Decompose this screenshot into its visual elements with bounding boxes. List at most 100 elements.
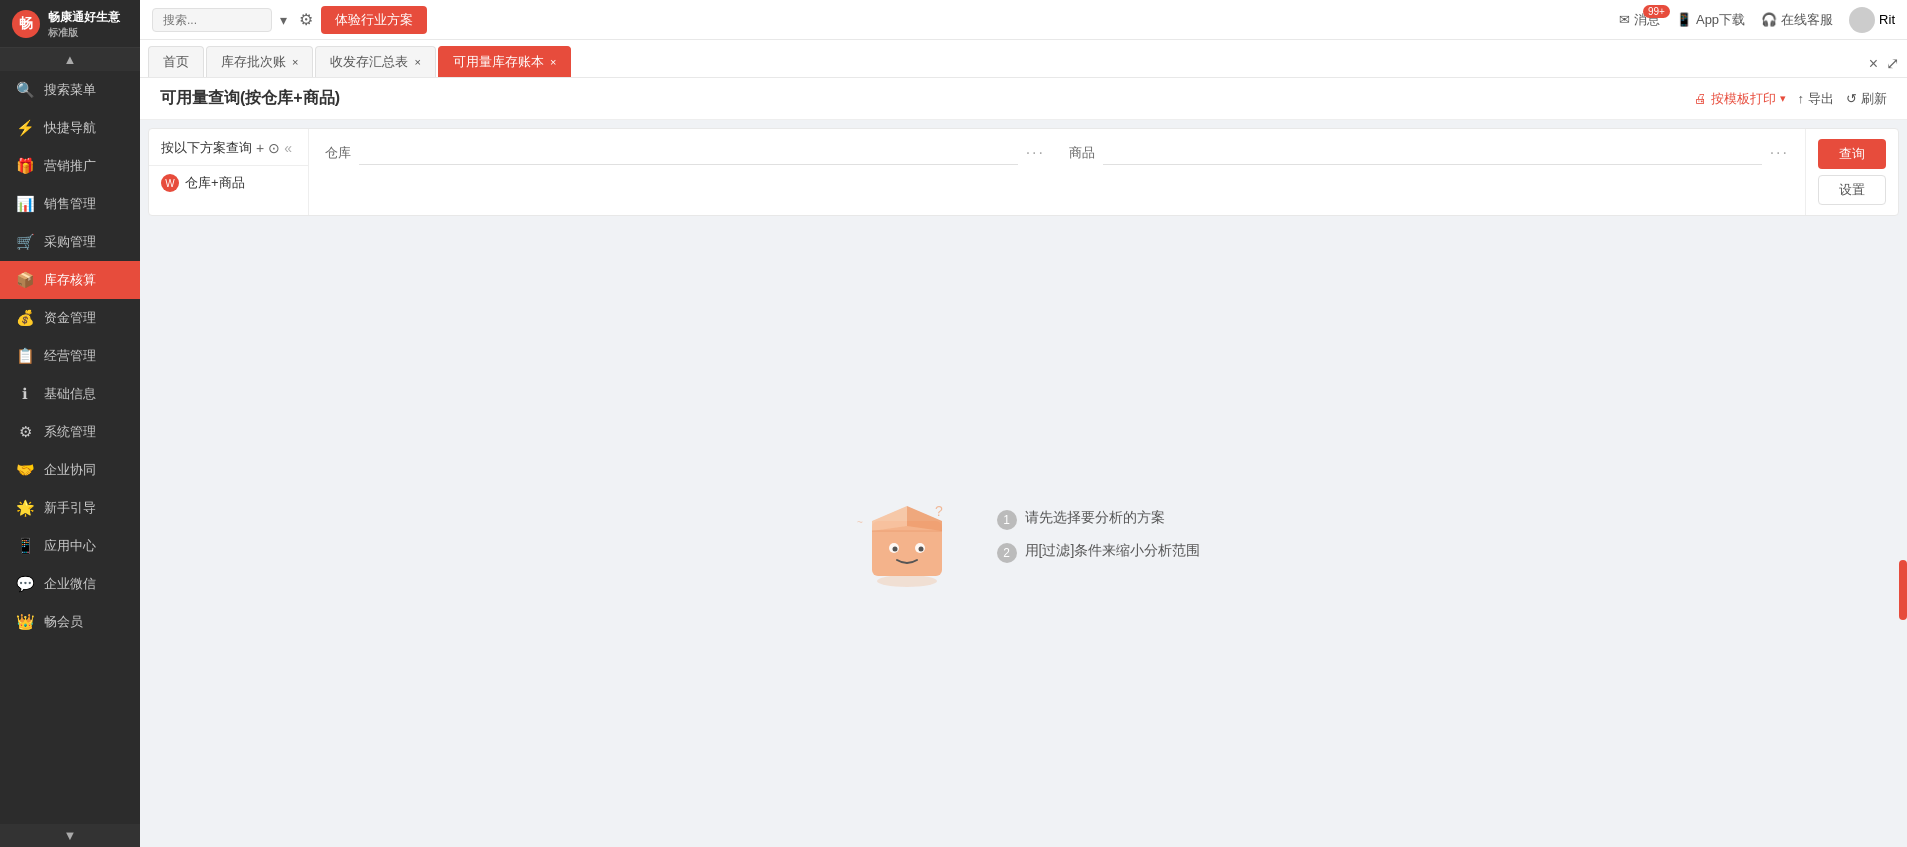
svg-text:~: ~ [857, 517, 863, 528]
online-service-btn[interactable]: 🎧 在线客服 [1761, 11, 1833, 29]
topbar: ▾ ⚙ 体验行业方案 ✉ 消息 99+ 📱 App下载 🎧 在线客服 Rit [140, 0, 1907, 40]
sidebar-item-search[interactable]: 🔍 搜索菜单 [0, 71, 140, 109]
chat-icon: 💬 [16, 575, 34, 593]
tab-home[interactable]: 首页 [148, 46, 204, 77]
app-name: 畅康通好生意 [48, 10, 120, 26]
close-all-tabs-btn[interactable]: × [1869, 56, 1878, 72]
scheme-item-warehouse-goods[interactable]: W 仓库+商品 [149, 166, 308, 200]
goods-filter-label: 商品 [1069, 144, 1095, 162]
expand-icon[interactable]: ⤢ [1886, 54, 1899, 73]
tab-close-icon[interactable]: × [550, 56, 556, 68]
hint-number-1: 1 [997, 510, 1017, 530]
experience-btn[interactable]: 体验行业方案 [321, 6, 427, 34]
sidebar-item-label: 采购管理 [44, 233, 96, 251]
tab-available-ledger[interactable]: 可用量库存账本 × [438, 46, 571, 77]
sidebar-scroll-up[interactable]: ▲ [0, 48, 140, 71]
sidebar-item-label: 营销推广 [44, 157, 96, 175]
print-btn[interactable]: 🖨 按模板打印 ▾ [1694, 90, 1786, 108]
message-icon: ✉ [1619, 12, 1630, 27]
cube-illustration: ? ~ [847, 476, 967, 596]
right-scroll-indicator[interactable] [1899, 560, 1907, 620]
svg-point-0 [877, 575, 937, 587]
money-icon: 💰 [16, 309, 34, 327]
sidebar-item-label: 畅会员 [44, 613, 83, 631]
hint-row-1: 1 请先选择要分析的方案 [997, 509, 1201, 530]
topbar-dropdown-icon[interactable]: ▾ [280, 12, 287, 28]
scheme-settings-btn[interactable]: ⊙ [268, 140, 280, 156]
topbar-search-input[interactable] [152, 8, 272, 32]
print-icon: 🖨 [1694, 91, 1707, 106]
sidebar-item-purchase[interactable]: 🛒 采购管理 [0, 223, 140, 261]
app-title-block: 畅康通好生意 标准版 [48, 10, 120, 39]
user-avatar[interactable]: Rit [1849, 7, 1895, 33]
tab-batch-ledger[interactable]: 库存批次账 × [206, 46, 313, 77]
warehouse-filter-input[interactable] [359, 141, 1018, 165]
sidebar-scroll-down[interactable]: ▼ [0, 824, 140, 847]
mobile-icon: 📱 [16, 537, 34, 555]
goods-filter-input[interactable] [1103, 141, 1762, 165]
svg-text:?: ? [935, 503, 943, 519]
hint-number-2: 2 [997, 543, 1017, 563]
empty-state: ? ~ 1 请先选择要分析的方案 2 用[过滤]条件来缩小分析范围 [140, 224, 1907, 847]
scheme-item-label: 仓库+商品 [185, 174, 245, 192]
box-icon: 📦 [16, 271, 34, 289]
star-icon: 🌟 [16, 499, 34, 517]
page-header-actions: 🖨 按模板打印 ▾ ↑ 导出 ↺ 刷新 [1694, 90, 1888, 108]
tab-home-label: 首页 [163, 53, 189, 71]
sidebar-item-vip[interactable]: 👑 畅会员 [0, 603, 140, 641]
topbar-right: ✉ 消息 99+ 📱 App下载 🎧 在线客服 Rit [1619, 7, 1895, 33]
print-label: 按模板打印 [1711, 90, 1776, 108]
refresh-btn[interactable]: ↺ 刷新 [1846, 90, 1887, 108]
app-download-btn[interactable]: 📱 App下载 [1676, 11, 1745, 29]
sidebar-item-label: 基础信息 [44, 385, 96, 403]
refresh-icon: ↺ [1846, 91, 1857, 106]
content-area: 可用量查询(按仓库+商品) 🖨 按模板打印 ▾ ↑ 导出 ↺ 刷新 [140, 78, 1907, 847]
export-btn[interactable]: ↑ 导出 [1798, 90, 1835, 108]
print-dropdown-icon: ▾ [1780, 92, 1786, 105]
sidebar-item-ent-wechat[interactable]: 💬 企业微信 [0, 565, 140, 603]
chart-icon: 📊 [16, 195, 34, 213]
sidebar: 畅 畅康通好生意 标准版 ▲ 🔍 搜索菜单 ⚡ 快捷导航 🎁 营销推广 📊 销售… [0, 0, 140, 847]
gift-icon: 🎁 [16, 157, 34, 175]
sidebar-nav: 🔍 搜索菜单 ⚡ 快捷导航 🎁 营销推广 📊 销售管理 🛒 采购管理 📦 库存核… [0, 71, 140, 824]
tabs-bar: 首页 库存批次账 × 收发存汇总表 × 可用量库存账本 × × ⤢ [140, 40, 1907, 78]
sidebar-item-fund[interactable]: 💰 资金管理 [0, 299, 140, 337]
page-title: 可用量查询(按仓库+商品) [160, 88, 340, 109]
sidebar-item-inventory[interactable]: 📦 库存核算 [0, 261, 140, 299]
sidebar-item-system[interactable]: ⚙ 系统管理 [0, 413, 140, 451]
sidebar-item-label: 企业微信 [44, 575, 96, 593]
settings-button[interactable]: 设置 [1818, 175, 1886, 205]
empty-illustration: ? ~ [847, 476, 967, 596]
tab-batch-ledger-label: 库存批次账 [221, 53, 286, 71]
app-version: 标准版 [48, 26, 120, 39]
query-button[interactable]: 查询 [1818, 139, 1886, 169]
tab-close-icon[interactable]: × [414, 56, 420, 68]
sidebar-item-app-center[interactable]: 📱 应用中心 [0, 527, 140, 565]
goods-filter-dots[interactable]: ··· [1770, 144, 1789, 162]
sidebar-item-quick-nav[interactable]: ⚡ 快捷导航 [0, 109, 140, 147]
gear-icon: ⚙ [16, 423, 34, 441]
service-label: 在线客服 [1781, 11, 1833, 29]
sidebar-item-basic[interactable]: ℹ 基础信息 [0, 375, 140, 413]
user-name: Rit [1879, 12, 1895, 27]
sidebar-item-biz[interactable]: 📋 经营管理 [0, 337, 140, 375]
scheme-panel-header: 按以下方案查询 + ⊙ « [149, 139, 308, 166]
search-icon: 🔍 [16, 81, 34, 99]
handshake-icon: 🤝 [16, 461, 34, 479]
sidebar-item-guide[interactable]: 🌟 新手引导 [0, 489, 140, 527]
message-btn[interactable]: ✉ 消息 99+ [1619, 11, 1660, 29]
tab-close-icon[interactable]: × [292, 56, 298, 68]
sidebar-header: 畅 畅康通好生意 标准版 [0, 0, 140, 48]
sidebar-item-marketing[interactable]: 🎁 营销推广 [0, 147, 140, 185]
clipboard-icon: 📋 [16, 347, 34, 365]
add-scheme-btn[interactable]: + [256, 140, 264, 156]
topbar-gear-icon[interactable]: ⚙ [299, 10, 313, 29]
page-header: 可用量查询(按仓库+商品) 🖨 按模板打印 ▾ ↑ 导出 ↺ 刷新 [140, 78, 1907, 120]
sidebar-item-sales[interactable]: 📊 销售管理 [0, 185, 140, 223]
tab-receive-summary[interactable]: 收发存汇总表 × [315, 46, 435, 77]
sidebar-item-enterprise[interactable]: 🤝 企业协同 [0, 451, 140, 489]
collapse-scheme-btn[interactable]: « [284, 140, 292, 156]
hint-text-1: 请先选择要分析的方案 [1025, 509, 1165, 527]
svg-point-7 [892, 546, 897, 551]
warehouse-filter-dots[interactable]: ··· [1026, 144, 1045, 162]
